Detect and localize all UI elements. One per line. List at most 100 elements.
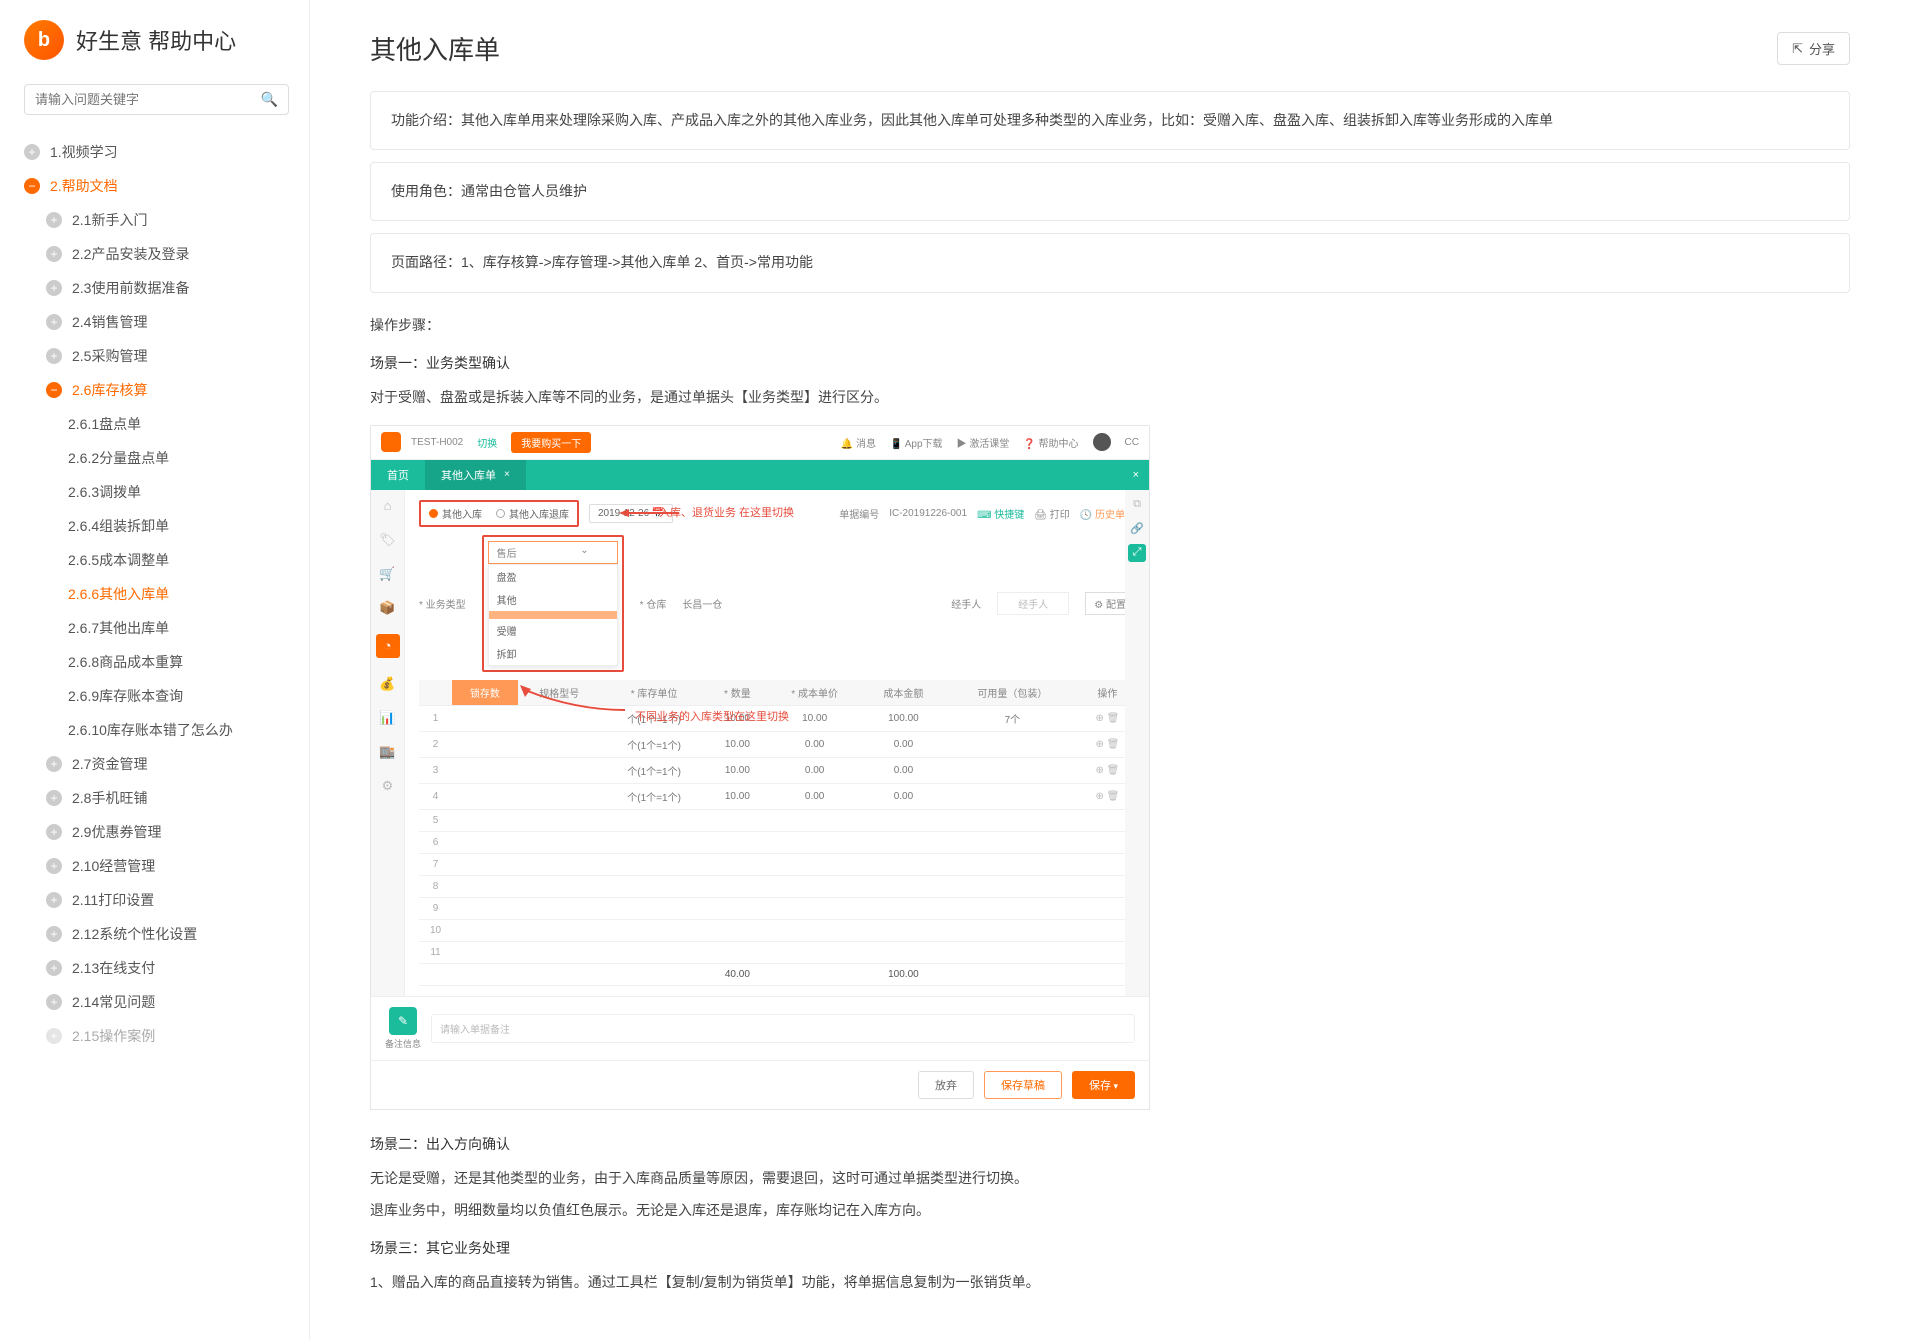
nav-item-2-6-4[interactable]: 2.6.4组装拆卸单 [24,509,289,543]
ss-action-bar: 放弃 保存草稿 保存 [371,1060,1149,1109]
th-lock: 锁存数 [452,680,518,706]
box-icon: 📦 [380,600,396,616]
ss-radio-in: 其他入库 [429,506,482,521]
sidebar: b 好生意 帮助中心 🔍 +1.视频学习 −2.帮助文档 +2.1新手入门 +2… [0,0,310,1340]
ss-right-rail: ⧉ 🔗 ⤢ [1125,490,1149,996]
ss-account: TEST-H002 [411,437,463,448]
ss-dd-opt: 盘盈 [489,565,617,588]
nav-item-2-9[interactable]: +2.9优惠券管理 [24,815,289,849]
note-icon: ✎ [389,1007,417,1035]
ss-docno-value: IC-20191226-001 [889,508,967,519]
nav-item-2-12[interactable]: +2.12系统个性化设置 [24,917,289,951]
nav-item-2-15[interactable]: +2.15操作案例 [24,1019,289,1053]
nav-item-2-1[interactable]: +2.1新手入门 [24,203,289,237]
search-icon[interactable]: 🔍 [261,91,278,108]
ss-dd-opt-selected [489,611,617,619]
ss-doc-type-radio: 其他入库 其他入库退库 [419,500,579,527]
role-text: 通常由仓管人员维护 [461,183,587,199]
nav-item-2-6-6[interactable]: 2.6.6其他入库单 [24,577,289,611]
nav-item-2-6-3[interactable]: 2.6.3调拨单 [24,475,289,509]
brand: b 好生意 帮助中心 [24,20,289,60]
nav-item-2-4[interactable]: +2.4销售管理 [24,305,289,339]
brand-title: 好生意 帮助中心 [76,24,236,56]
nav-item-2-6-7[interactable]: 2.6.7其他出库单 [24,611,289,645]
search-input[interactable] [35,92,261,107]
nav-item-2-10[interactable]: +2.10经营管理 [24,849,289,883]
ss-logo-icon [381,432,401,452]
ss-items-table: 锁存数 规格型号 * 库存单位 * 数量 * 成本单价 成本金额 可用量（包装）… [419,680,1135,986]
ss-username: CC [1125,437,1139,448]
scene2-text2: 退库业务中，明细数量均以负值红色展示。无论是入库还是退库，库存账均记在入库方向。 [370,1196,1850,1224]
nav-item-2-6-2[interactable]: 2.6.2分量盘点单 [24,441,289,475]
nav-item-2-3[interactable]: +2.3使用前数据准备 [24,271,289,305]
scene1-title: 场景一：业务类型确认 [370,353,1850,373]
role-label: 使用角色： [391,183,461,199]
steps-label: 操作步骤： [370,311,1850,339]
share-button[interactable]: ⇱ 分享 [1777,32,1850,65]
cart-icon: 🛒 [380,566,396,582]
ss-radio-return: 其他入库退库 [496,506,569,521]
ss-annotation-2: 不同业务的入库类型在这里切换 [635,708,789,724]
nav-item-docs[interactable]: −2.帮助文档 [24,169,289,203]
nav-item-2-6-9[interactable]: 2.6.9库存账本查询 [24,679,289,713]
nav-item-2-6-5[interactable]: 2.6.5成本调整单 [24,543,289,577]
scene2-title: 场景二：出入方向确认 [370,1134,1850,1154]
ss-total-amt: 100.00 [862,963,945,985]
ss-note-label: 备注信息 [385,1037,421,1050]
page-title: 其他入库单 [370,30,500,67]
ss-biztype-select: 售后⌄ 盘盈 其他 受赠 拆卸 [482,535,624,672]
ss-handler-label: 经手人 [951,596,981,611]
scene1-text: 对于受赠、盘盈或是拆装入库等不同的业务，是通过单据头【业务类型】进行区分。 [370,383,1850,411]
ss-wh-label: * 仓库 [640,596,667,611]
copy-icon: ⧉ [1128,496,1146,514]
nav-item-2-8[interactable]: +2.8手机旺铺 [24,781,289,815]
nav-item-2-6[interactable]: −2.6库存核算 [24,373,289,407]
nav-item-2-6-8[interactable]: 2.6.8商品成本重算 [24,645,289,679]
ss-avatar-icon [1093,433,1111,451]
search-box[interactable]: 🔍 [24,84,289,115]
intro-box-function: 功能介绍：其他入库单用来处理除采购入库、产成品入库之外的其他入库业务，因此其他入… [370,91,1850,150]
gear-icon: ⚙ [380,778,396,794]
ss-biztype-label: * 业务类型 [419,596,466,611]
ss-toplink-help: ❓ 帮助中心 [1023,435,1078,450]
clock-icon: ◔ [376,634,400,658]
nav-item-2-7[interactable]: +2.7资金管理 [24,747,289,781]
intro-label: 功能介绍： [391,112,461,128]
scene3-title: 场景三：其它业务处理 [370,1238,1850,1258]
intro-box-path: 页面路径：1、库存核算->库存管理->其他入库单 2、首页->常用功能 [370,233,1850,292]
nav-item-2-13[interactable]: +2.13在线支付 [24,951,289,985]
scene2-text1: 无论是受赠，还是其他类型的业务，由于入库商品质量等原因，需要退回，这时可通过单据… [370,1164,1850,1192]
ss-tab-home: 首页 [371,460,425,490]
ss-trial-button: 我要购买一下 [511,432,591,453]
ss-docno-label: 单据编号 [839,506,879,521]
ss-tool-print: 🖨 打印 [1034,506,1069,521]
ss-annotation-1: 入库、退货业务 在这里切换 [659,507,794,519]
ss-biztype-dropdown: 盘盈 其他 受赠 拆卸 [488,564,618,666]
nav-item-2-2[interactable]: +2.2产品安装及登录 [24,237,289,271]
th-unit: * 库存单位 [601,680,708,706]
intro-box-role: 使用角色：通常由仓管人员维护 [370,162,1850,221]
ss-note-row: ✎ 备注信息 请输入单据备注 [371,996,1149,1060]
home-icon: ⌂ [380,498,396,514]
ss-switch-link: 切换 [477,435,497,450]
ss-tool-shortcut: ⌨ 快捷键 [977,506,1024,521]
chevron-down-icon: ⌄ [580,545,588,560]
nav-item-2-6-1[interactable]: 2.6.1盘点单 [24,407,289,441]
ss-tabs: 首页 其他入库单× × [371,460,1149,490]
nav-item-video[interactable]: +1.视频学习 [24,135,289,169]
nav-item-2-11[interactable]: +2.11打印设置 [24,883,289,917]
nav-item-2-5[interactable]: +2.5采购管理 [24,339,289,373]
ss-discard-button: 放弃 [918,1071,974,1099]
embedded-screenshot: TEST-H002 切换 我要购买一下 🔔 消息 📱 App下载 ▶ 激活课堂 … [370,425,1150,1110]
nav-item-2-6-10[interactable]: 2.6.10库存账本错了怎么办 [24,713,289,747]
ss-form-area: 其他入库 其他入库退库 2019-12-26 📅 入库、退货业务 在这里切换 单… [405,490,1149,996]
share-icon: ⇱ [1792,41,1803,57]
nav-tree: +1.视频学习 −2.帮助文档 +2.1新手入门 +2.2产品安装及登录 +2.… [24,135,289,1053]
table-row: 3个(1个=1个)10.000.000.00⊕ 🗑 [419,757,1135,783]
ss-left-rail: ⌂ 🏷 🛒 📦 ◔ 💰 📊 🏬 ⚙ [371,490,405,996]
ss-topbar: TEST-H002 切换 我要购买一下 🔔 消息 📱 App下载 ▶ 激活课堂 … [371,426,1149,460]
ss-draft-button: 保存草稿 [984,1071,1062,1099]
tag-icon: 🏷 [380,532,396,548]
nav-item-2-14[interactable]: +2.14常见问题 [24,985,289,1019]
path-text: 1、库存核算->库存管理->其他入库单 2、首页->常用功能 [461,254,813,270]
